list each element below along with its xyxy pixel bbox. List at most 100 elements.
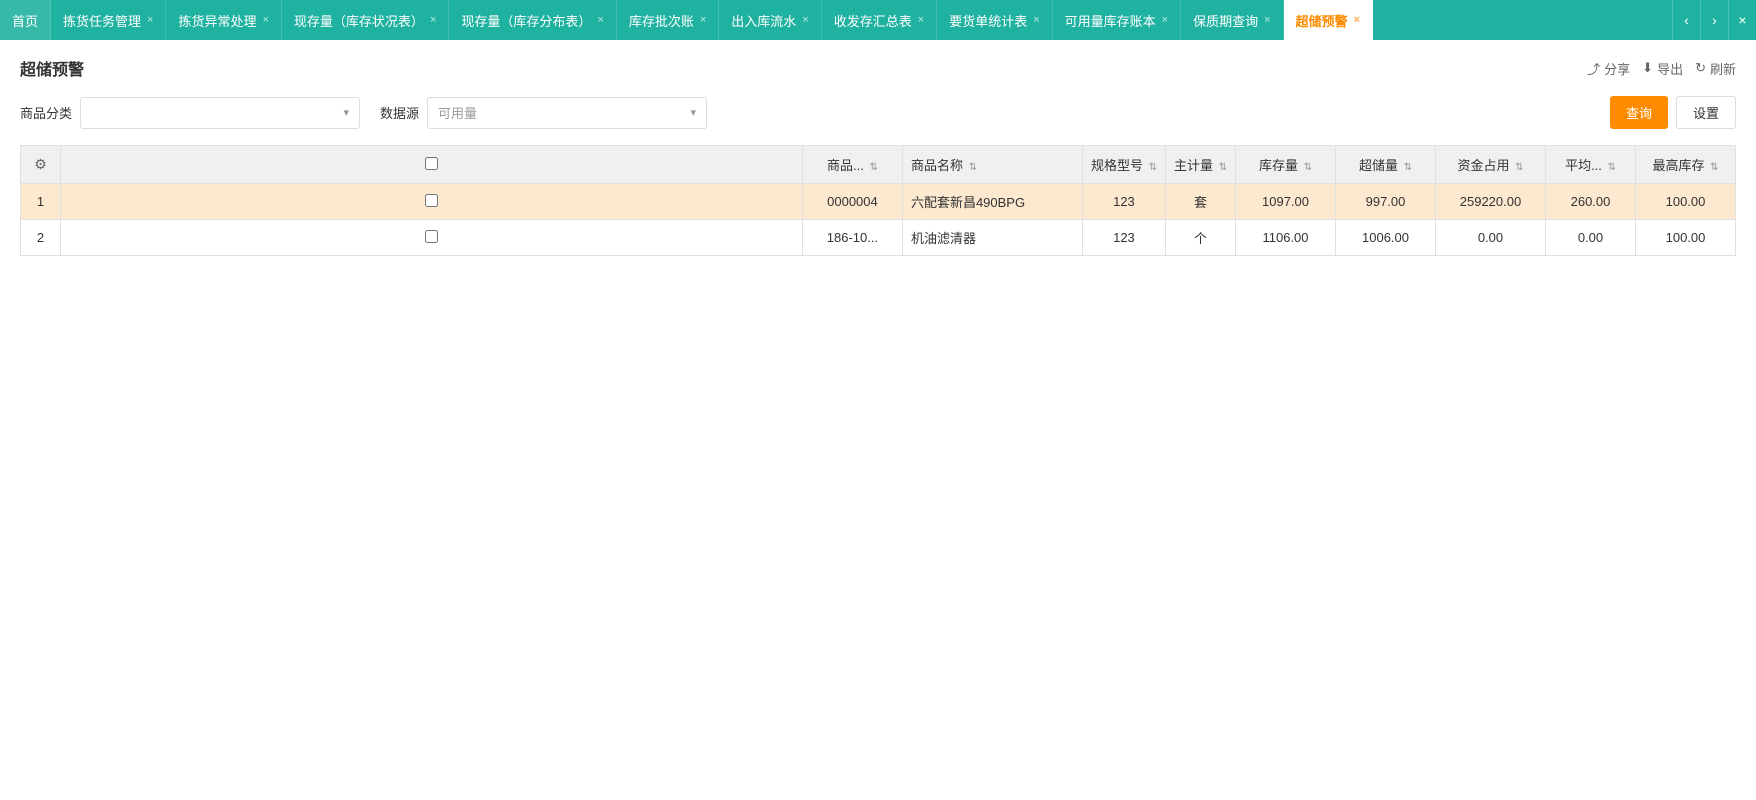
top-nav: 首页 拣货任务管理 × 拣货异常处理 × 现存量（库存状况表） × 现存量（库存… <box>0 0 1756 40</box>
col-header-fund[interactable]: 资金占用 ⇅ <box>1436 146 1546 184</box>
col-header-gear: ⚙ <box>21 146 61 184</box>
row-code: 186-10... <box>802 220 902 256</box>
query-button[interactable]: 查询 <box>1610 96 1668 129</box>
nav-item-overstock[interactable]: 超储预警 × <box>1284 0 1373 40</box>
close-icon[interactable]: × <box>700 14 706 26</box>
nav-item-stock-status[interactable]: 现存量（库存状况表） × <box>282 0 449 40</box>
row-unit: 个 <box>1165 220 1235 256</box>
row-over: 997.00 <box>1336 184 1436 220</box>
row-code: 0000004 <box>802 184 902 220</box>
row-checkbox-cell <box>61 184 803 220</box>
table-row: 1 0000004 六配套新昌490BPG 123 套 1097.00 997.… <box>21 184 1736 220</box>
close-icon[interactable]: × <box>918 14 924 26</box>
nav-item-requisition[interactable]: 要货单统计表 × <box>937 0 1052 40</box>
close-icon[interactable]: × <box>262 14 268 26</box>
sort-icon: ⇅ <box>1219 162 1227 173</box>
row-unit: 套 <box>1165 184 1235 220</box>
filter-row: 商品分类 ▾ 数据源 可用量 ▾ 查询 设置 <box>20 96 1736 129</box>
sort-icon: ⇅ <box>1710 162 1718 173</box>
sort-icon: ⇅ <box>969 162 977 173</box>
select-all-checkbox[interactable] <box>425 157 438 170</box>
row-avg: 0.00 <box>1546 220 1636 256</box>
sort-icon: ⇅ <box>1304 162 1312 173</box>
datasource-select[interactable]: 可用量 ▾ <box>427 97 707 129</box>
refresh-button[interactable]: ↻ 刷新 <box>1695 59 1736 78</box>
datasource-label: 数据源 <box>380 103 419 122</box>
close-icon[interactable]: × <box>1264 14 1270 26</box>
row-maxstock: 100.00 <box>1636 184 1736 220</box>
sort-icon: ⇅ <box>1149 162 1157 173</box>
table-row: 2 186-10... 机油滤清器 123 个 1106.00 1006.00 … <box>21 220 1736 256</box>
datasource-dropdown-icon: ▾ <box>691 106 697 119</box>
nav-close-button[interactable]: × <box>1728 0 1756 40</box>
nav-item-expiry[interactable]: 保质期查询 × <box>1181 0 1283 40</box>
row-fund: 259220.00 <box>1436 184 1546 220</box>
nav-item-batch[interactable]: 库存批次账 × <box>617 0 719 40</box>
sort-icon: ⇅ <box>1404 162 1412 173</box>
sort-icon: ⇅ <box>1608 162 1616 173</box>
close-icon[interactable]: × <box>430 14 436 26</box>
nav-item-task-mgmt[interactable]: 拣货任务管理 × <box>51 0 166 40</box>
close-icon[interactable]: × <box>802 14 808 26</box>
col-header-maxstock[interactable]: 最高库存 ⇅ <box>1636 146 1736 184</box>
nav-item-summary[interactable]: 收发存汇总表 × <box>822 0 937 40</box>
col-header-stock[interactable]: 库存量 ⇅ <box>1236 146 1336 184</box>
share-button[interactable]: ⤴ 分享 <box>1587 59 1630 78</box>
row-fund: 0.00 <box>1436 220 1546 256</box>
header-actions: ⤴ 分享 ⬇ 导出 ↻ 刷新 <box>1587 59 1736 78</box>
row-spec: 123 <box>1082 220 1165 256</box>
datasource-select-text: 可用量 <box>438 103 477 122</box>
close-icon[interactable]: × <box>1033 14 1039 26</box>
settings-button[interactable]: 设置 <box>1676 96 1736 129</box>
datasource-filter-group: 数据源 可用量 ▾ <box>380 97 707 129</box>
sort-icon: ⇅ <box>869 162 877 173</box>
filter-actions: 查询 设置 <box>1610 96 1736 129</box>
row-stock: 1097.00 <box>1236 184 1336 220</box>
close-icon[interactable]: × <box>597 14 603 26</box>
export-icon: ⬇ <box>1642 60 1653 76</box>
row-checkbox[interactable] <box>425 194 438 207</box>
col-header-over[interactable]: 超储量 ⇅ <box>1336 146 1436 184</box>
row-avg: 260.00 <box>1546 184 1636 220</box>
close-icon[interactable]: × <box>147 14 153 26</box>
share-icon: ⤴ <box>1587 59 1600 78</box>
col-header-avg[interactable]: 平均... ⇅ <box>1546 146 1636 184</box>
nav-item-flow[interactable]: 出入库流水 × <box>719 0 821 40</box>
col-header-name[interactable]: 商品名称 ⇅ <box>902 146 1082 184</box>
row-stock: 1106.00 <box>1236 220 1336 256</box>
col-header-spec[interactable]: 规格型号 ⇅ <box>1082 146 1165 184</box>
row-spec: 123 <box>1082 184 1165 220</box>
row-over: 1006.00 <box>1336 220 1436 256</box>
export-button[interactable]: ⬇ 导出 <box>1642 59 1683 78</box>
row-checkbox[interactable] <box>425 230 438 243</box>
row-checkbox-cell <box>61 220 803 256</box>
close-icon[interactable]: × <box>1354 14 1360 26</box>
category-dropdown-icon: ▾ <box>343 106 349 119</box>
sort-icon: ⇅ <box>1515 162 1523 173</box>
nav-arrows: ‹ › × <box>1672 0 1756 40</box>
category-label: 商品分类 <box>20 103 72 122</box>
category-select[interactable]: ▾ <box>80 97 360 129</box>
page-header: 超储预警 ⤴ 分享 ⬇ 导出 ↻ 刷新 <box>20 56 1736 80</box>
col-header-unit[interactable]: 主计量 ⇅ <box>1165 146 1235 184</box>
nav-item-home[interactable]: 首页 <box>0 0 51 40</box>
row-name: 六配套新昌490BPG <box>902 184 1082 220</box>
row-name: 机油滤清器 <box>902 220 1082 256</box>
page-title: 超储预警 <box>20 56 84 80</box>
col-header-code[interactable]: 商品... ⇅ <box>802 146 902 184</box>
col-header-checkbox <box>61 146 803 184</box>
table-header-row: ⚙ 商品... ⇅ 商品名称 ⇅ 规格型号 ⇅ 主计量 <box>21 146 1736 184</box>
page-content: 超储预警 ⤴ 分享 ⬇ 导出 ↻ 刷新 商品分类 ▾ 数据源 <box>0 40 1756 800</box>
row-index: 1 <box>21 184 61 220</box>
close-icon[interactable]: × <box>1162 14 1168 26</box>
refresh-icon: ↻ <box>1695 60 1706 76</box>
gear-icon[interactable]: ⚙ <box>34 156 47 172</box>
nav-item-exception[interactable]: 拣货异常处理 × <box>166 0 281 40</box>
nav-item-available[interactable]: 可用量库存账本 × <box>1053 0 1181 40</box>
data-table: ⚙ 商品... ⇅ 商品名称 ⇅ 规格型号 ⇅ 主计量 <box>20 145 1736 256</box>
row-maxstock: 100.00 <box>1636 220 1736 256</box>
nav-prev-button[interactable]: ‹ <box>1672 0 1700 40</box>
nav-next-button[interactable]: › <box>1700 0 1728 40</box>
row-index: 2 <box>21 220 61 256</box>
nav-item-stock-dist[interactable]: 现存量（库存分布表） × <box>449 0 616 40</box>
